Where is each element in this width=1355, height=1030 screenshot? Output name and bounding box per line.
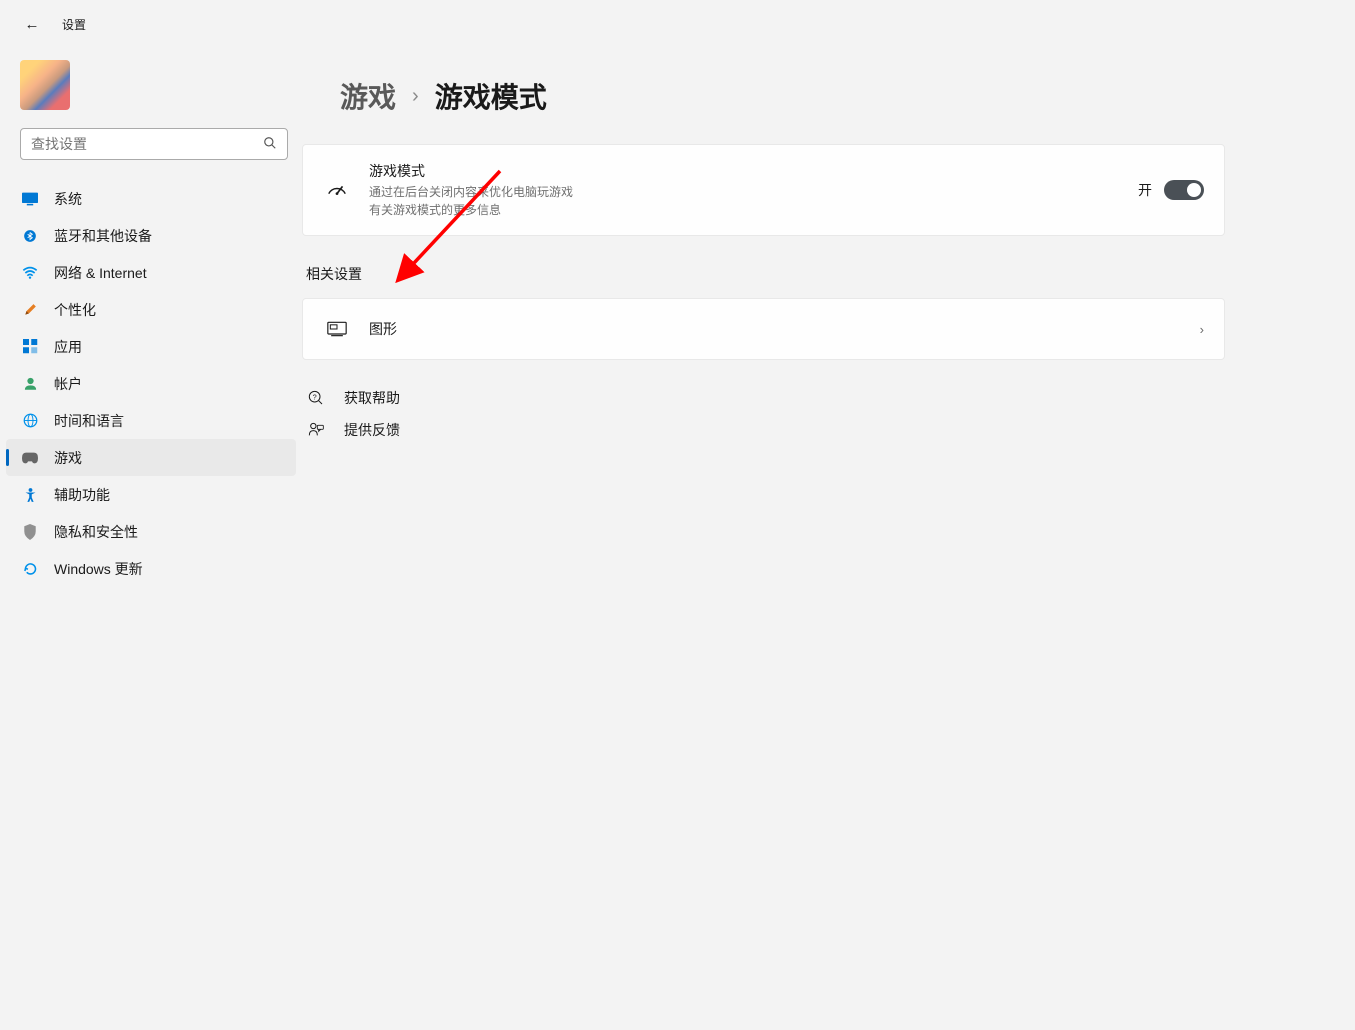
apps-icon [20, 337, 40, 357]
chevron-right-icon: › [1200, 322, 1204, 337]
card-more-info-link[interactable]: 有关游戏模式的更多信息 [369, 201, 1138, 219]
speedometer-icon [323, 179, 351, 201]
game-mode-toggle[interactable] [1164, 180, 1204, 200]
title-bar: ← 设置 [0, 0, 1355, 48]
sidebar-item-system[interactable]: 系统 [6, 180, 296, 217]
sidebar-item-accounts[interactable]: 帐户 [6, 365, 296, 402]
search-input[interactable] [31, 136, 257, 152]
sidebar-item-network[interactable]: 网络 & Internet [6, 254, 296, 291]
search-icon [263, 136, 277, 153]
search-container [6, 128, 302, 172]
nav-label: Windows 更新 [54, 559, 143, 579]
toggle-state-label: 开 [1138, 180, 1152, 200]
graphics-settings-link[interactable]: 图形 › [302, 298, 1225, 360]
card-description: 通过在后台关闭内容来优化电脑玩游戏 [369, 183, 1138, 201]
nav-label: 蓝牙和其他设备 [54, 226, 152, 246]
nav-label: 应用 [54, 337, 82, 357]
card-title: 游戏模式 [369, 161, 1138, 181]
nav-list: 系统 蓝牙和其他设备 网络 & Internet 个性化 [6, 172, 302, 587]
related-settings-heading: 相关设置 [302, 264, 1225, 284]
sidebar-item-apps[interactable]: 应用 [6, 328, 296, 365]
card-text-area: 游戏模式 通过在后台关闭内容来优化电脑玩游戏 有关游戏模式的更多信息 [369, 161, 1138, 219]
game-mode-card: 游戏模式 通过在后台关闭内容来优化电脑玩游戏 有关游戏模式的更多信息 开 [302, 144, 1225, 236]
windows-update-icon [20, 559, 40, 579]
back-button[interactable]: ← [16, 8, 48, 40]
main-content: 游戏 › 游戏模式 游戏模式 通过在后台关闭内容来优化电脑玩游戏 有关游戏模式的… [302, 48, 1355, 1030]
svg-text:?: ? [313, 392, 317, 401]
help-links: ? 获取帮助 提供反馈 [302, 388, 1225, 440]
page-title: 游戏模式 [435, 76, 547, 116]
feedback-label: 提供反馈 [344, 420, 400, 440]
display-card-icon [323, 321, 351, 337]
graphics-label: 图形 [369, 319, 1200, 339]
accessibility-icon [20, 485, 40, 505]
nav-label: 时间和语言 [54, 411, 124, 431]
sidebar-item-privacy[interactable]: 隐私和安全性 [6, 513, 296, 550]
help-icon: ? [306, 388, 326, 408]
user-avatar-icon [20, 60, 70, 110]
sidebar-item-personalization[interactable]: 个性化 [6, 291, 296, 328]
give-feedback-link[interactable]: 提供反馈 [306, 420, 1225, 440]
breadcrumb-parent[interactable]: 游戏 [340, 76, 396, 116]
nav-label: 网络 & Internet [54, 263, 147, 283]
nav-label: 系统 [54, 189, 82, 209]
chevron-right-icon: › [412, 85, 419, 108]
nav-label: 帐户 [54, 374, 82, 394]
nav-label: 游戏 [54, 448, 82, 468]
window-title: 设置 [62, 16, 86, 33]
sidebar-item-accessibility[interactable]: 辅助功能 [6, 476, 296, 513]
wifi-icon [20, 263, 40, 283]
get-help-link[interactable]: ? 获取帮助 [306, 388, 1225, 408]
toggle-group: 开 [1138, 180, 1204, 200]
bluetooth-icon [20, 226, 40, 246]
sidebar: 系统 蓝牙和其他设备 网络 & Internet 个性化 [0, 48, 302, 1030]
nav-label: 辅助功能 [54, 485, 110, 505]
system-icon [20, 189, 40, 209]
sidebar-item-windows-update[interactable]: Windows 更新 [6, 550, 296, 587]
sidebar-item-time-language[interactable]: 时间和语言 [6, 402, 296, 439]
time-language-icon [20, 411, 40, 431]
user-avatar-area[interactable] [6, 48, 302, 128]
personalization-icon [20, 300, 40, 320]
breadcrumb: 游戏 › 游戏模式 [302, 76, 1225, 116]
feedback-icon [306, 420, 326, 440]
gaming-icon [20, 448, 40, 468]
get-help-label: 获取帮助 [344, 388, 400, 408]
sidebar-item-bluetooth[interactable]: 蓝牙和其他设备 [6, 217, 296, 254]
arrow-left-icon: ← [25, 16, 40, 33]
nav-label: 隐私和安全性 [54, 522, 138, 542]
accounts-icon [20, 374, 40, 394]
sidebar-item-gaming[interactable]: 游戏 [6, 439, 296, 476]
privacy-icon [20, 522, 40, 542]
nav-label: 个性化 [54, 300, 96, 320]
search-box[interactable] [20, 128, 288, 160]
